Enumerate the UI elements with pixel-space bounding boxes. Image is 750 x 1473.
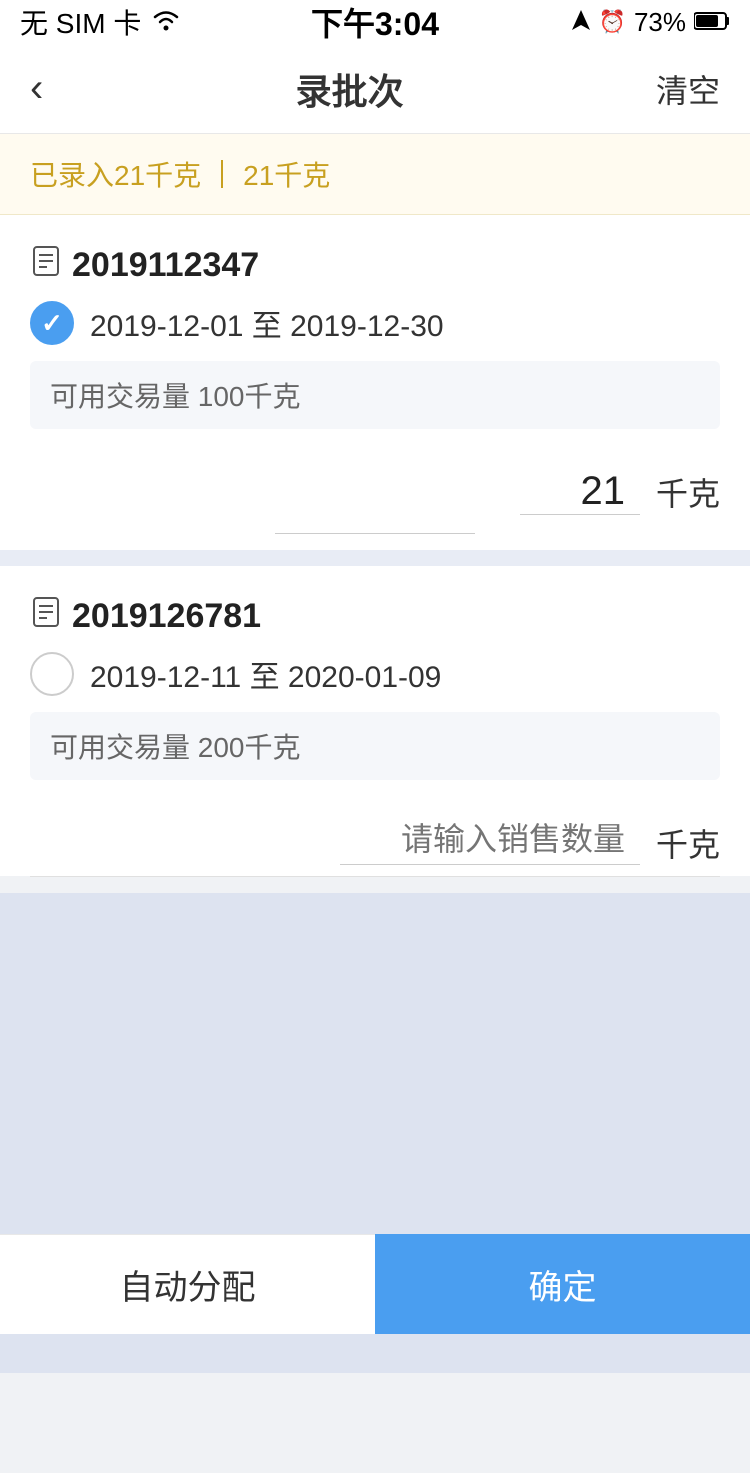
summary-divider (221, 160, 223, 188)
batch-radio-2[interactable] (30, 652, 74, 696)
status-time: 下午3:04 (311, 0, 439, 45)
quantity-unit-1: 千克 (656, 469, 720, 515)
status-left: 无 SIM 卡 (20, 2, 181, 42)
clear-button[interactable]: 清空 (656, 66, 720, 112)
status-right: ⏰ 73% (571, 7, 730, 38)
quantity-input-1[interactable] (520, 469, 640, 515)
page-title: 录批次 (296, 63, 404, 115)
confirm-button[interactable]: 确定 (375, 1234, 750, 1334)
batch-id-icon-2 (30, 596, 62, 636)
input-row-2: 千克 (0, 800, 750, 876)
recorded-label: 已录入21千克 (30, 154, 201, 194)
carrier-label: 无 SIM 卡 (20, 2, 141, 42)
batch-avail-2: 可用交易量 200千克 (30, 712, 720, 780)
divider-1 (275, 533, 475, 534)
alarm-icon: ⏰ (599, 9, 626, 35)
status-bar: 无 SIM 卡 下午3:04 ⏰ 73% (0, 0, 750, 44)
batch-id-icon-1 (30, 245, 62, 285)
quantity-input-2[interactable] (340, 821, 640, 865)
batch-card-2: 2019126781 2019-12-11 至 2020-01-09 可用交易量… (0, 566, 750, 800)
batch-avail-1: 可用交易量 100千克 (30, 361, 720, 429)
footer: 自动分配 确定 (0, 1234, 750, 1334)
quantity-row-1: 千克 (0, 449, 750, 525)
batch-date-row-1[interactable]: 2019-12-01 至 2019-12-30 (30, 301, 720, 345)
batch-header-2: 2019126781 (30, 596, 720, 636)
batch-date-row-2[interactable]: 2019-12-11 至 2020-01-09 (30, 652, 720, 696)
battery-percent: 73% (634, 7, 686, 38)
batch-date-1: 2019-12-01 至 2019-12-30 (90, 301, 444, 345)
batch-card-1: 2019112347 2019-12-01 至 2019-12-30 可用交易量… (0, 215, 750, 449)
nav-bar: ‹ 录批次 清空 (0, 44, 750, 134)
summary-value: 21千克 (243, 154, 330, 194)
battery-icon (694, 7, 730, 38)
summary-bar: 已录入21千克 21千克 (0, 134, 750, 215)
batch-id-2: 2019126781 (72, 597, 261, 636)
batch-id-1: 2019112347 (72, 246, 259, 285)
quantity-unit-2: 千克 (656, 820, 720, 866)
section-gap (0, 550, 750, 566)
location-icon (571, 7, 591, 38)
batch-header-1: 2019112347 (30, 245, 720, 285)
batch-date-2: 2019-12-11 至 2020-01-09 (90, 652, 441, 696)
batch-radio-1[interactable] (30, 301, 74, 345)
auto-distribute-button[interactable]: 自动分配 (0, 1234, 375, 1334)
back-button[interactable]: ‹ (30, 66, 43, 111)
wifi-icon (151, 6, 181, 38)
